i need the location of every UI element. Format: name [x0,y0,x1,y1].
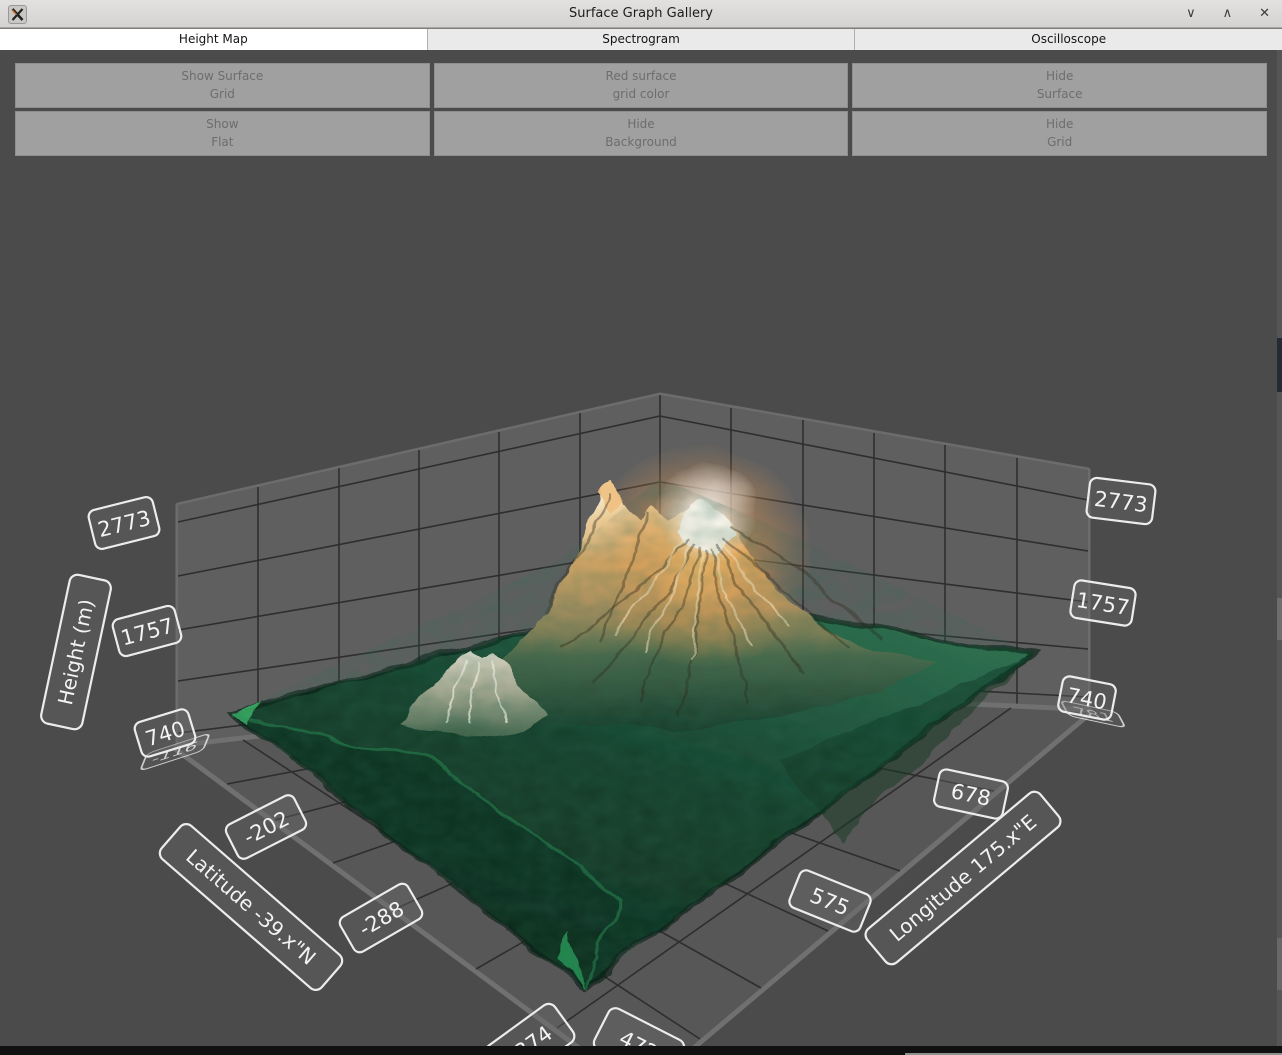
minimize-button[interactable]: ∨ [1186,0,1196,28]
desktop-edge-strip [1277,50,1282,1046]
height-tick-right-1757: 1757 [1069,579,1136,626]
tab-oscilloscope[interactable]: Oscilloscope [854,29,1282,50]
maximize-button[interactable]: ∧ [1223,0,1233,28]
hide-grid-button[interactable]: Hide Grid [852,111,1267,156]
window-controls: ∨ ∧ ✕ [1186,0,1270,28]
height-tick-left-1757: 1757 [111,604,183,657]
tab-height-map[interactable]: Height Map [0,29,427,50]
height-tick-right-2773: 2773 [1086,477,1156,525]
window-title: Surface Graph Gallery [0,0,1282,28]
height-axis-title: Height (m) [40,573,113,730]
tab-bar: Height Map Spectrogram Oscilloscope [0,28,1282,50]
hide-surface-button[interactable]: Hide Surface [852,63,1267,108]
surface-plot-canvas[interactable]: -116 781 [0,155,1282,1046]
surface-grid-color-button[interactable]: Red surface grid color [434,63,849,108]
height-tick-left-2773: 2773 [87,496,161,551]
show-flat-button[interactable]: Show Flat [15,111,430,156]
show-surface-grid-button[interactable]: Show Surface Grid [15,63,430,108]
tab-spectrogram[interactable]: Spectrogram [427,29,855,50]
svg-text:Latitude -39.x"N: Latitude -39.x"N [181,844,320,970]
button-row-1: Show Surface Grid Red surface grid color… [0,63,1282,108]
button-row-2: Show Flat Hide Background Hide Grid [0,111,1282,156]
window-titlebar: Surface Graph Gallery ∨ ∧ ✕ [0,0,1282,28]
screen-bottom-bar [0,1046,1282,1055]
hide-background-button[interactable]: Hide Background [434,111,849,156]
close-button[interactable]: ✕ [1259,0,1270,28]
